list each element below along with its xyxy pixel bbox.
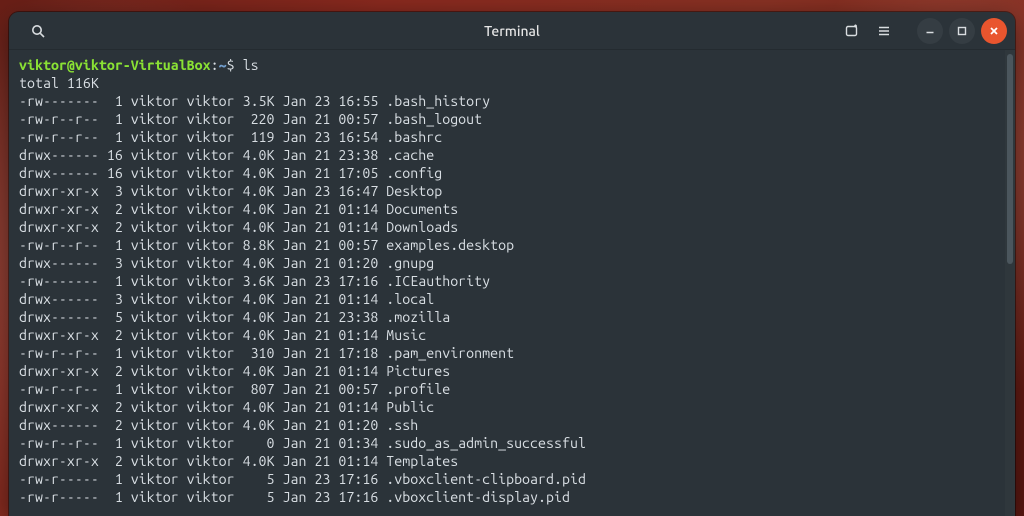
total-line: total 116K [19, 74, 1005, 92]
hamburger-menu-icon[interactable] [871, 18, 897, 44]
listing-row: drwx------ 5 viktor viktor 4.0K Jan 21 2… [19, 308, 1005, 326]
listing-row: -rw-r--r-- 1 viktor viktor 8.8K Jan 21 0… [19, 236, 1005, 254]
listing-row: drwxr-xr-x 2 viktor viktor 4.0K Jan 21 0… [19, 398, 1005, 416]
listing-row: drwxr-xr-x 2 viktor viktor 4.0K Jan 21 0… [19, 452, 1005, 470]
listing-row: drwx------ 16 viktor viktor 4.0K Jan 21 … [19, 146, 1005, 164]
listing-row: drwx------ 3 viktor viktor 4.0K Jan 21 0… [19, 254, 1005, 272]
listing-row: drwxr-xr-x 3 viktor viktor 4.0K Jan 23 1… [19, 182, 1005, 200]
scrollbar[interactable] [1005, 50, 1015, 516]
prompt-line: viktor@viktor-VirtualBox:~$ ls [19, 56, 1005, 74]
new-tab-icon[interactable] [839, 18, 865, 44]
close-button[interactable] [981, 18, 1007, 44]
listing-rows: -rw------- 1 viktor viktor 3.5K Jan 23 1… [19, 92, 1005, 506]
listing-row: -rw-r--r-- 1 viktor viktor 310 Jan 21 17… [19, 344, 1005, 362]
listing-row: -rw-r----- 1 viktor viktor 5 Jan 23 17:1… [19, 470, 1005, 488]
listing-row: -rw-r--r-- 1 viktor viktor 807 Jan 21 00… [19, 380, 1005, 398]
listing-row: drwxr-xr-x 2 viktor viktor 4.0K Jan 21 0… [19, 362, 1005, 380]
minimize-button[interactable] [917, 18, 943, 44]
listing-row: drwx------ 3 viktor viktor 4.0K Jan 21 0… [19, 290, 1005, 308]
prompt-path: ~ [219, 57, 227, 73]
listing-row: drwx------ 16 viktor viktor 4.0K Jan 21 … [19, 164, 1005, 182]
search-icon[interactable] [25, 18, 51, 44]
titlebar: Terminal [9, 12, 1015, 50]
listing-row: -rw------- 1 viktor viktor 3.5K Jan 23 1… [19, 92, 1005, 110]
maximize-button[interactable] [949, 18, 975, 44]
terminal-window: Terminal viktor@v [9, 12, 1015, 516]
prompt-command: ls [243, 57, 259, 73]
listing-row: -rw------- 1 viktor viktor 3.6K Jan 23 1… [19, 272, 1005, 290]
listing-row: -rw-r--r-- 1 viktor viktor 220 Jan 21 00… [19, 110, 1005, 128]
listing-row: drwxr-xr-x 2 viktor viktor 4.0K Jan 21 0… [19, 200, 1005, 218]
prompt-userhost: viktor@viktor-VirtualBox [19, 57, 211, 73]
listing-row: drwx------ 2 viktor viktor 4.0K Jan 21 0… [19, 416, 1005, 434]
terminal-output[interactable]: viktor@viktor-VirtualBox:~$ ls total 116… [9, 50, 1015, 516]
listing-row: -rw-r--r-- 1 viktor viktor 119 Jan 23 16… [19, 128, 1005, 146]
listing-row: drwxr-xr-x 2 viktor viktor 4.0K Jan 21 0… [19, 218, 1005, 236]
listing-row: drwxr-xr-x 2 viktor viktor 4.0K Jan 21 0… [19, 326, 1005, 344]
listing-row: -rw-r--r-- 1 viktor viktor 0 Jan 21 01:3… [19, 434, 1005, 452]
window-title: Terminal [217, 23, 807, 39]
scrollbar-thumb[interactable] [1007, 54, 1013, 264]
listing-row: -rw-r----- 1 viktor viktor 5 Jan 23 17:1… [19, 488, 1005, 506]
